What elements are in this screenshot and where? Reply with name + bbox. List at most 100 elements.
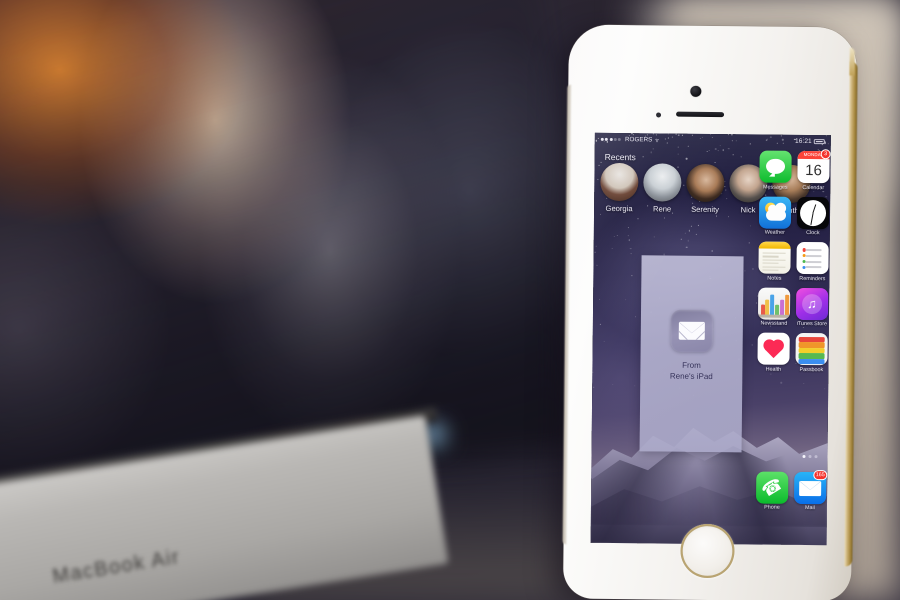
app-label: Newsstand <box>760 320 788 327</box>
carrier-label: ROGERS <box>624 136 653 144</box>
star <box>598 298 600 300</box>
page-dot <box>802 454 806 459</box>
star <box>748 241 749 243</box>
touch-id-home-button[interactable] <box>680 523 735 579</box>
star <box>625 298 626 300</box>
photo-scene: MacBook Air ROGERS ▿ 16:21 Recents Georg… <box>0 0 900 600</box>
star <box>653 236 655 237</box>
notes-icon <box>758 241 791 274</box>
app-icon-calendar[interactable]: MONDAY 16 3 Calendar <box>796 149 831 191</box>
recents-contact-name: Serenity <box>691 204 720 214</box>
recents-contact[interactable]: Georgia <box>600 162 639 213</box>
star <box>685 157 688 160</box>
status-bar: ROGERS ▿ 16:21 <box>595 133 831 148</box>
star <box>630 248 632 250</box>
avatar <box>686 163 725 203</box>
app-icon-health[interactable]: Health <box>756 332 790 372</box>
phone-gold-chamfer-corner <box>849 47 855 76</box>
iphone-device: ROGERS ▿ 16:21 Recents Georgia Rene Sereni… <box>562 24 858 600</box>
star <box>780 382 783 384</box>
star <box>599 214 601 216</box>
star <box>637 218 639 220</box>
battery-icon <box>813 138 825 145</box>
star <box>677 146 678 148</box>
signal-strength-icon <box>600 137 622 142</box>
app-label: iTunes Store <box>796 320 828 328</box>
app-icon-weather[interactable]: Weather <box>758 196 792 236</box>
home-screen-dock[interactable]: ☎ Phone 165 Mail <box>755 469 828 512</box>
star <box>677 153 679 155</box>
signal-dot <box>613 137 617 142</box>
app-label: Reminders <box>799 275 826 282</box>
wifi-icon: ▿ <box>655 136 659 144</box>
signal-dot <box>600 137 604 141</box>
health-icon <box>757 332 790 365</box>
app-icon-mail[interactable]: 165 Mail <box>793 469 828 512</box>
avatar <box>600 162 639 202</box>
reminders-icon <box>796 241 829 275</box>
notification-badge: 3 <box>820 149 831 160</box>
app-label: Passbook <box>799 366 824 373</box>
recents-contact-name: Georgia <box>605 203 633 213</box>
recents-contact[interactable]: Serenity <box>686 163 725 214</box>
star <box>681 239 682 240</box>
itunes-store-icon: ♫ <box>795 287 829 320</box>
star <box>727 216 729 217</box>
star <box>663 217 666 219</box>
star <box>597 179 599 181</box>
star <box>714 148 717 150</box>
recents-contact-name: Rene <box>652 203 672 214</box>
newsstand-icon <box>757 287 791 320</box>
star <box>631 275 632 276</box>
star <box>728 147 730 149</box>
star <box>652 147 654 149</box>
ambient-light-sensor-icon <box>656 112 662 118</box>
app-label: Messages <box>762 184 788 191</box>
app-icon-phone[interactable]: ☎ Phone <box>755 470 789 511</box>
star <box>732 154 734 155</box>
star <box>598 164 600 166</box>
app-label: Mail <box>804 505 815 512</box>
star <box>611 247 613 249</box>
app-icon-passbook[interactable]: Passbook <box>794 332 828 373</box>
earpiece-speaker-icon <box>676 111 725 118</box>
star <box>611 383 614 385</box>
star <box>628 239 630 241</box>
star <box>711 250 713 252</box>
envelope-glyph <box>678 321 705 340</box>
star <box>603 341 605 343</box>
avatar <box>643 163 682 202</box>
app-icon-notes[interactable]: Notes <box>757 241 791 281</box>
app-icon-newsstand[interactable]: Newsstand <box>757 287 791 327</box>
star <box>749 225 751 227</box>
star <box>634 384 635 386</box>
star <box>686 246 688 248</box>
phone-icon: ☎ <box>756 470 789 504</box>
star <box>650 151 652 154</box>
messages-icon <box>759 150 792 183</box>
airdrop-device-name: Rene's iPad <box>669 371 713 381</box>
signal-dot <box>617 138 622 142</box>
star <box>688 230 690 232</box>
page-dot <box>814 455 818 459</box>
airdrop-incoming-card[interactable]: From Rene's iPad <box>639 255 744 453</box>
clock-icon <box>796 196 830 229</box>
app-icon-messages[interactable]: Messages <box>758 150 792 191</box>
star <box>596 264 598 265</box>
app-icon-itunes-store[interactable]: ♫ iTunes Store <box>795 287 829 327</box>
star <box>744 270 745 272</box>
home-screen-app-grid[interactable]: Messages MONDAY 16 3 Calendar Weather Clock Not… <box>756 149 831 373</box>
signal-dot <box>605 137 609 141</box>
star <box>630 252 632 254</box>
signal-dot <box>609 137 613 141</box>
app-icon-reminders[interactable]: Reminders <box>795 241 829 282</box>
app-icon-clock[interactable]: Clock <box>796 196 830 236</box>
front-camera-icon <box>690 85 702 97</box>
recents-contact[interactable]: Rene <box>643 163 682 213</box>
notification-badge: 165 <box>813 469 828 480</box>
star <box>715 215 717 217</box>
star <box>690 225 692 227</box>
star <box>695 234 697 236</box>
star <box>687 240 689 242</box>
page-indicator-dots <box>802 454 818 459</box>
